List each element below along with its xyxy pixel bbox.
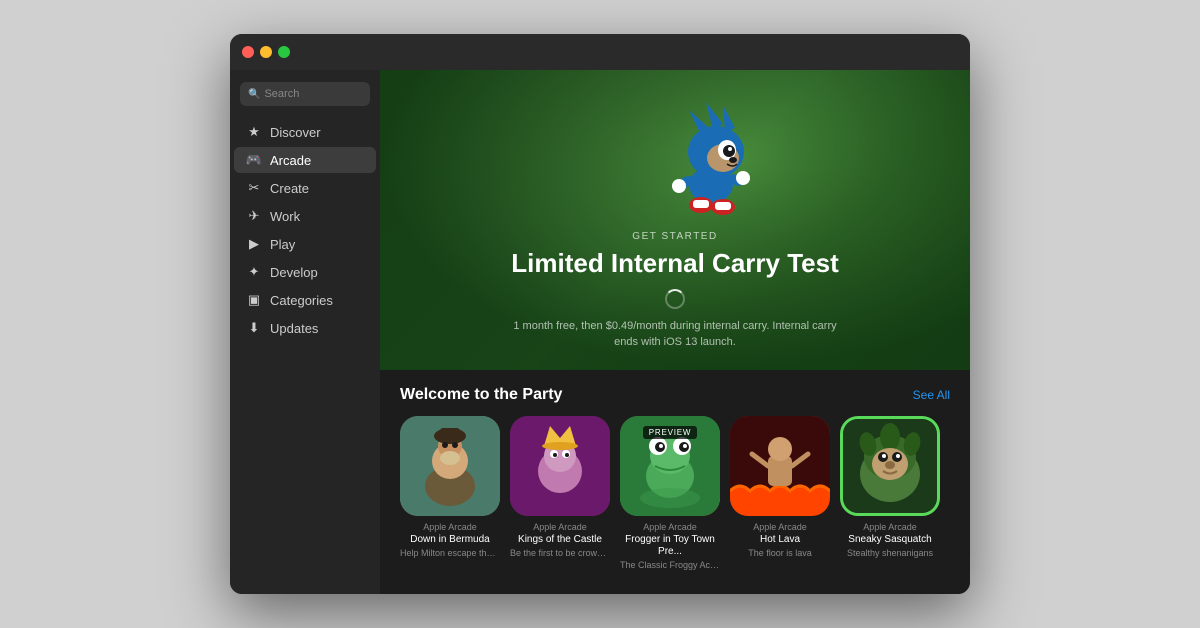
hero-content: GET STARTED Limited Internal Carry Test … bbox=[500, 231, 850, 350]
work-icon: ✈ bbox=[246, 208, 262, 224]
game-art-4 bbox=[843, 419, 937, 513]
game-desc-0: Help Milton escape the Ber... bbox=[400, 548, 500, 560]
game-art-0 bbox=[400, 416, 500, 516]
games-row: Apple Arcade Down in Bermuda Help Milton… bbox=[400, 416, 950, 572]
game-thumb-2: PREVIEW bbox=[620, 416, 720, 516]
section-title: Welcome to the Party bbox=[400, 386, 562, 404]
develop-icon: ✦ bbox=[246, 264, 262, 280]
game-card-2[interactable]: PREVIEW bbox=[620, 416, 720, 572]
app-window: 🔍 Search ★ Discover 🎮 Arcade ✂ Create ✈ … bbox=[230, 34, 970, 594]
loading-spinner bbox=[665, 289, 685, 309]
game-thumb-1 bbox=[510, 416, 610, 516]
game-publisher-2: Apple Arcade bbox=[620, 522, 720, 532]
play-icon: ▶ bbox=[246, 236, 262, 252]
game-name-4: Sneaky Sasquatch bbox=[840, 534, 940, 546]
categories-icon: ▣ bbox=[246, 292, 262, 308]
preview-text: PREVIEW bbox=[643, 426, 698, 439]
sidebar-item-label: Updates bbox=[270, 321, 318, 336]
sidebar-item-categories[interactable]: ▣ Categories bbox=[234, 287, 376, 313]
sidebar-item-label: Discover bbox=[270, 125, 321, 140]
game-card-1[interactable]: Apple Arcade Kings of the Castle Be the … bbox=[510, 416, 610, 572]
sidebar-item-updates[interactable]: ⬇ Updates bbox=[234, 315, 376, 341]
hero-banner: GET STARTED Limited Internal Carry Test … bbox=[380, 70, 970, 370]
sidebar-item-create[interactable]: ✂ Create bbox=[234, 175, 376, 201]
game-desc-1: Be the first to be crowned. bbox=[510, 548, 610, 560]
game-name-0: Down in Bermuda bbox=[400, 534, 500, 546]
updates-icon: ⬇ bbox=[246, 320, 262, 336]
game-publisher-3: Apple Arcade bbox=[730, 522, 830, 532]
sonic-svg bbox=[651, 90, 771, 240]
traffic-lights bbox=[242, 46, 290, 58]
game-publisher-1: Apple Arcade bbox=[510, 522, 610, 532]
game-art-3 bbox=[730, 416, 830, 516]
sidebar-item-label: Create bbox=[270, 181, 309, 196]
title-bar bbox=[230, 34, 970, 70]
game-thumb-4 bbox=[840, 416, 940, 516]
game-card-3[interactable]: Apple Arcade Hot Lava The floor is lava bbox=[730, 416, 830, 572]
battle-section: Get Ready for Battle See All bbox=[380, 588, 970, 594]
game-name-2: Frogger in Toy Town Pre... bbox=[620, 534, 720, 558]
game-card-0[interactable]: Apple Arcade Down in Bermuda Help Milton… bbox=[400, 416, 500, 572]
game-desc-2: The Classic Froggy Action G... bbox=[620, 560, 720, 572]
game-name-1: Kings of the Castle bbox=[510, 534, 610, 546]
sidebar-item-play[interactable]: ▶ Play bbox=[234, 231, 376, 257]
game-publisher-4: Apple Arcade bbox=[840, 522, 940, 532]
sidebar-item-label: Work bbox=[270, 209, 300, 224]
close-button[interactable] bbox=[242, 46, 254, 58]
sidebar-item-label: Play bbox=[270, 237, 295, 252]
minimize-button[interactable] bbox=[260, 46, 272, 58]
game-art-1 bbox=[510, 416, 610, 516]
see-all-link[interactable]: See All bbox=[913, 388, 950, 402]
preview-badge: PREVIEW bbox=[620, 422, 720, 440]
main-content[interactable]: GET STARTED Limited Internal Carry Test … bbox=[380, 70, 970, 594]
game-desc-3: The floor is lava bbox=[730, 548, 830, 560]
hero-subtitle: 1 month free, then $0.49/month during in… bbox=[500, 319, 850, 350]
game-desc-4: Stealthy shenanigans bbox=[840, 548, 940, 560]
game-publisher-0: Apple Arcade bbox=[400, 522, 500, 532]
hero-title: Limited Internal Carry Test bbox=[500, 248, 850, 279]
sidebar-item-discover[interactable]: ★ Discover bbox=[234, 119, 376, 145]
sidebar-item-arcade[interactable]: 🎮 Arcade bbox=[234, 147, 376, 173]
welcome-section: Welcome to the Party See All bbox=[380, 370, 970, 588]
sidebar-item-work[interactable]: ✈ Work bbox=[234, 203, 376, 229]
sidebar-item-label: Categories bbox=[270, 293, 333, 308]
sidebar-item-develop[interactable]: ✦ Develop bbox=[234, 259, 376, 285]
sidebar-item-label: Arcade bbox=[270, 153, 311, 168]
discover-icon: ★ bbox=[246, 124, 262, 140]
create-icon: ✂ bbox=[246, 180, 262, 196]
section-header: Welcome to the Party See All bbox=[400, 386, 950, 404]
sidebar-item-label: Develop bbox=[270, 265, 318, 280]
maximize-button[interactable] bbox=[278, 46, 290, 58]
game-name-3: Hot Lava bbox=[730, 534, 830, 546]
arcade-icon: 🎮 bbox=[246, 152, 262, 168]
search-icon: 🔍 bbox=[248, 89, 260, 100]
sidebar: 🔍 Search ★ Discover 🎮 Arcade ✂ Create ✈ … bbox=[230, 70, 380, 594]
game-thumb-3 bbox=[730, 416, 830, 516]
search-input[interactable]: Search bbox=[264, 88, 299, 100]
hero-character bbox=[651, 90, 771, 230]
app-body: 🔍 Search ★ Discover 🎮 Arcade ✂ Create ✈ … bbox=[230, 70, 970, 594]
get-started-label: GET STARTED bbox=[500, 231, 850, 242]
search-bar[interactable]: 🔍 Search bbox=[240, 82, 370, 106]
game-thumb-0 bbox=[400, 416, 500, 516]
game-card-4[interactable]: Apple Arcade Sneaky Sasquatch Stealthy s… bbox=[840, 416, 940, 572]
